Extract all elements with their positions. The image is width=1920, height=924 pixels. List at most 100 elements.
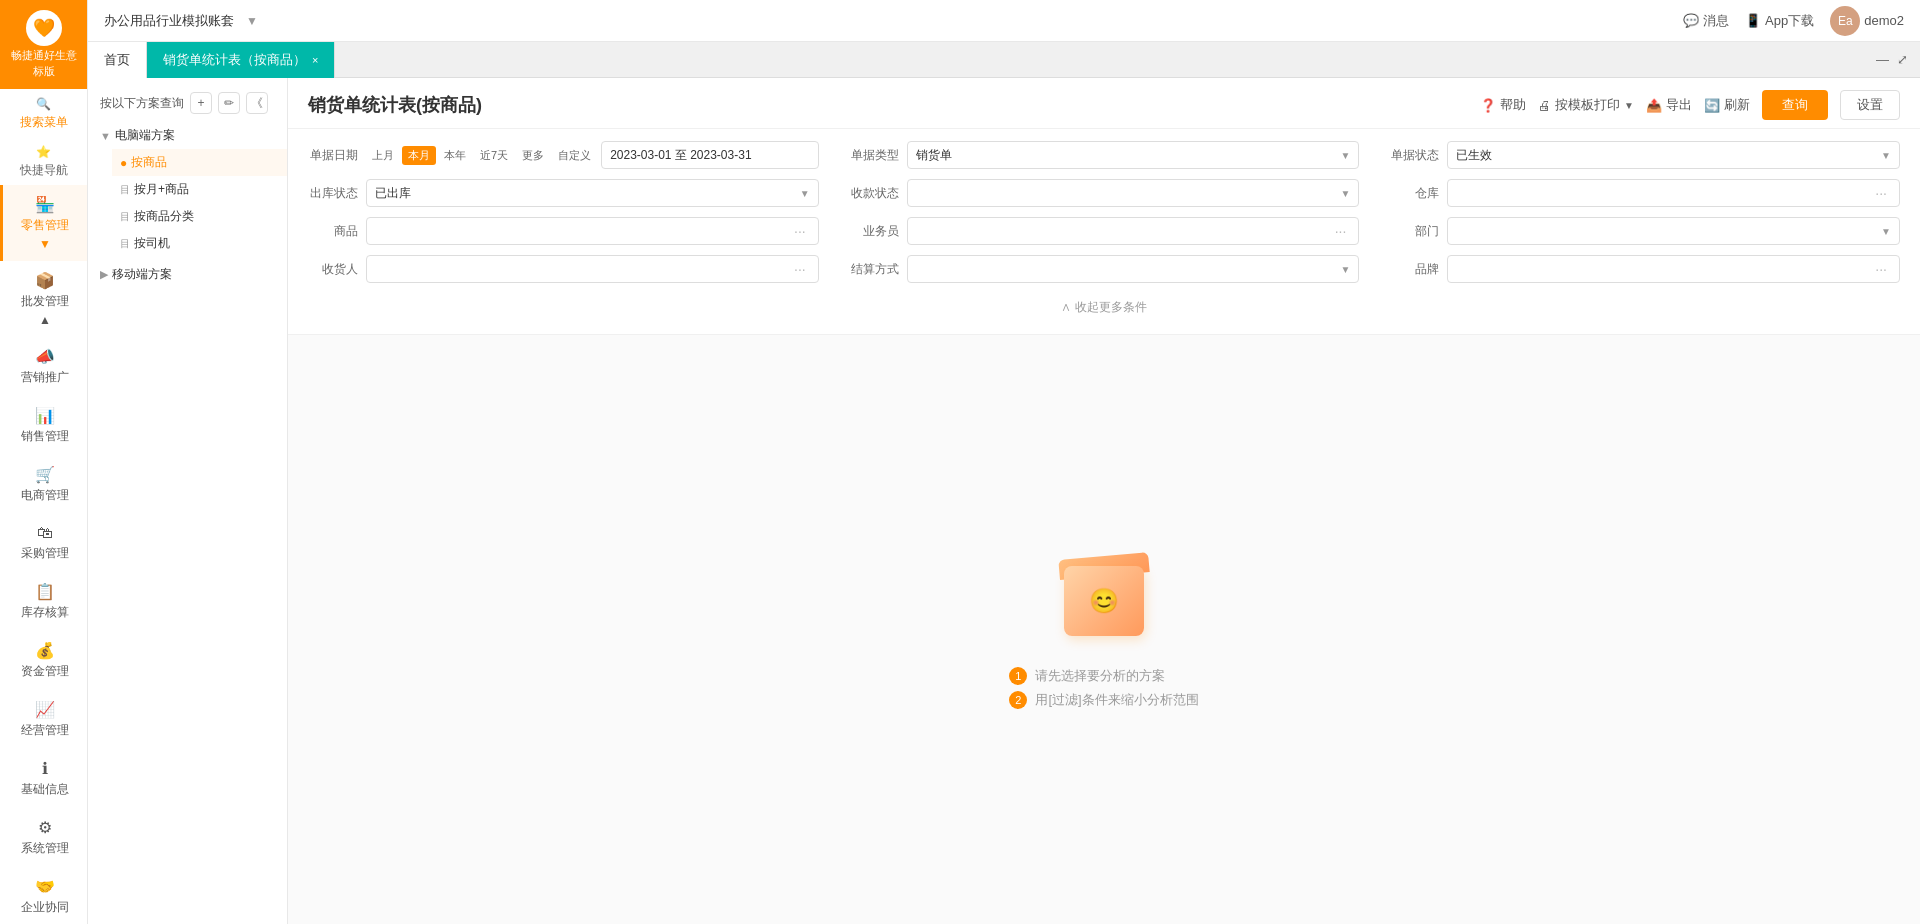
tree-item-month-goods[interactable]: 目 按月+商品 [112, 176, 287, 203]
tree-mobile-label: 移动端方案 [112, 266, 172, 283]
panel-title: 按以下方案查询 [100, 95, 184, 112]
quick-nav[interactable]: ⭐ 快捷导航 [0, 139, 87, 185]
date-tab-more[interactable]: 更多 [516, 146, 550, 165]
filter-warehouse: 仓库 ··· [1389, 179, 1900, 207]
tree-children: ● 按商品 目 按月+商品 目 按商品分类 目 按司机 [88, 149, 287, 257]
tree-item-label: 按司机 [134, 235, 170, 252]
user-menu[interactable]: Ea demo2 [1830, 6, 1904, 36]
receipt-status-select[interactable]: ▼ [907, 179, 1360, 207]
quick-nav-icon: ⭐ [36, 145, 51, 159]
tab-close-btn[interactable]: × [312, 54, 318, 66]
sales-icon: 📊 [35, 406, 55, 425]
search-menu[interactable]: 🔍 搜索菜单 [0, 89, 87, 139]
filter-settlement: 结算方式 ▼ [849, 255, 1360, 283]
app-download-label: App下载 [1765, 12, 1814, 30]
sidebar-item-sales[interactable]: 📊 销售管理 [0, 396, 87, 455]
ecommerce-icon: 🛒 [35, 465, 55, 484]
filter-row-2: 出库状态 已出库 ▼ 收款状态 ▼ [308, 179, 1900, 207]
dept-select[interactable]: ▼ [1447, 217, 1900, 245]
tree-section-desktop[interactable]: ▼ 电脑端方案 [88, 122, 287, 149]
sidebar-item-marketing[interactable]: 📣 营销推广 [0, 337, 87, 396]
settlement-select[interactable]: ▼ [907, 255, 1360, 283]
sidebar-item-basic[interactable]: ℹ 基础信息 [0, 749, 87, 808]
tree-item-label: 按商品分类 [134, 208, 194, 225]
tree-item-driver[interactable]: 目 按司机 [112, 230, 287, 257]
sidebar-item-retail[interactable]: 🏪 零售管理 ▼ [0, 185, 87, 261]
tip-text-2: 用[过滤]条件来缩小分析范围 [1035, 691, 1198, 709]
right-panel: 销货单统计表(按商品) ❓ 帮助 🖨 按模板打印 ▼ 📤 导出 [288, 78, 1920, 924]
doc-status-select[interactable]: 已生效 ▼ [1447, 141, 1900, 169]
status-arrow: ▼ [1881, 150, 1891, 161]
sidebar-item-system[interactable]: ⚙ 系统管理 [0, 808, 87, 867]
warehouse-dots[interactable]: ··· [1871, 185, 1891, 201]
left-panel-header: 按以下方案查询 + ✏ 《 [88, 88, 287, 122]
collab-icon: 🤝 [35, 877, 55, 896]
goods-label: 商品 [308, 223, 358, 240]
sidebar-item-collab[interactable]: 🤝 企业协同 [0, 867, 87, 924]
doc-type-select[interactable]: 销货单 ▼ [907, 141, 1360, 169]
collapse-filters-btn[interactable]: ∧ 收起更多条件 [308, 293, 1900, 322]
settlement-label: 结算方式 [849, 261, 899, 278]
status-label: 单据状态 [1389, 147, 1439, 164]
basic-label: 基础信息 [21, 781, 69, 798]
tree-section-mobile[interactable]: ▶ 移动端方案 [88, 261, 287, 288]
date-tab-7days[interactable]: 近7天 [474, 146, 514, 165]
tree-expand-icon: ▼ [100, 130, 111, 142]
maximize-btn[interactable]: ⤢ [1897, 52, 1908, 67]
sidebar-item-operations[interactable]: 📈 经营管理 [0, 690, 87, 749]
tree-item-category[interactable]: 目 按商品分类 [112, 203, 287, 230]
brand-input[interactable]: ··· [1447, 255, 1900, 283]
collapse-panel-btn[interactable]: 《 [246, 92, 268, 114]
main-content: 1 请先选择要分析的方案 2 用[过滤]条件来缩小分析范围 [288, 335, 1920, 924]
tree-item-by-goods[interactable]: ● 按商品 [112, 149, 287, 176]
warehouse-select[interactable]: ··· [1447, 179, 1900, 207]
filter-row-3: 商品 ··· 业务员 ··· [308, 217, 1900, 245]
finance-label: 资金管理 [21, 663, 69, 680]
goods-input[interactable]: ··· [366, 217, 819, 245]
sidebar-item-finance[interactable]: 💰 资金管理 [0, 631, 87, 690]
app-logo: 🧡 畅捷通好生意 标版 [0, 0, 87, 89]
filter-goods: 商品 ··· [308, 217, 819, 245]
date-tab-last-month[interactable]: 上月 [366, 146, 400, 165]
refresh-btn[interactable]: 🔄 刷新 [1704, 96, 1750, 114]
sidebar-item-wholesale[interactable]: 📦 批发管理 ▲ [0, 261, 87, 337]
template-print-btn[interactable]: 🖨 按模板打印 ▼ [1538, 96, 1634, 114]
receiver-input[interactable]: ··· [366, 255, 819, 283]
app-name: 畅捷通好生意 [11, 48, 77, 62]
settings-button[interactable]: 设置 [1840, 90, 1900, 120]
top-bar: 办公用品行业模拟账套 ▼ 💬 消息 📱 App下载 Ea demo2 [88, 0, 1920, 42]
message-btn[interactable]: 💬 消息 [1683, 12, 1729, 30]
salesman-dots[interactable]: ··· [1331, 223, 1351, 239]
collab-label: 企业协同 [21, 899, 69, 916]
industry-title: 办公用品行业模拟账套 [104, 12, 234, 30]
sidebar-item-ecommerce[interactable]: 🛒 电商管理 [0, 455, 87, 514]
doc-status-value: 已生效 [1456, 147, 1492, 164]
receiver-dots[interactable]: ··· [790, 261, 810, 277]
system-icon: ⚙ [38, 818, 52, 837]
inventory-icon: 📋 [35, 582, 55, 601]
goods-dots[interactable]: ··· [790, 223, 810, 239]
app-download-btn[interactable]: 📱 App下载 [1745, 12, 1814, 30]
doc-type-arrow: ▼ [1340, 150, 1350, 161]
date-tab-current-year[interactable]: 本年 [438, 146, 472, 165]
export-btn[interactable]: 📤 导出 [1646, 96, 1692, 114]
salesman-input[interactable]: ··· [907, 217, 1360, 245]
minimize-btn[interactable]: — [1876, 52, 1889, 67]
doc-type-value: 销货单 [916, 147, 952, 164]
out-status-select[interactable]: 已出库 ▼ [366, 179, 819, 207]
help-btn[interactable]: ❓ 帮助 [1480, 96, 1526, 114]
brand-dots[interactable]: ··· [1871, 261, 1891, 277]
add-scheme-btn[interactable]: + [190, 92, 212, 114]
industry-dropdown[interactable]: ▼ [246, 14, 258, 28]
date-range-input[interactable]: 2023-03-01 至 2023-03-31 [601, 141, 819, 169]
query-button[interactable]: 查询 [1762, 90, 1828, 120]
date-tab-current-month[interactable]: 本月 [402, 146, 436, 165]
sidebar-item-purchase[interactable]: 🛍 采购管理 [0, 514, 87, 572]
sidebar-item-inventory[interactable]: 📋 库存核算 [0, 572, 87, 631]
tab-current[interactable]: 销货单统计表（按商品） × [147, 42, 335, 78]
edit-scheme-btn[interactable]: ✏ [218, 92, 240, 114]
date-tab-custom[interactable]: 自定义 [552, 146, 597, 165]
tab-home[interactable]: 首页 [88, 42, 147, 78]
marketing-icon: 📣 [35, 347, 55, 366]
dept-arrow: ▼ [1881, 226, 1891, 237]
